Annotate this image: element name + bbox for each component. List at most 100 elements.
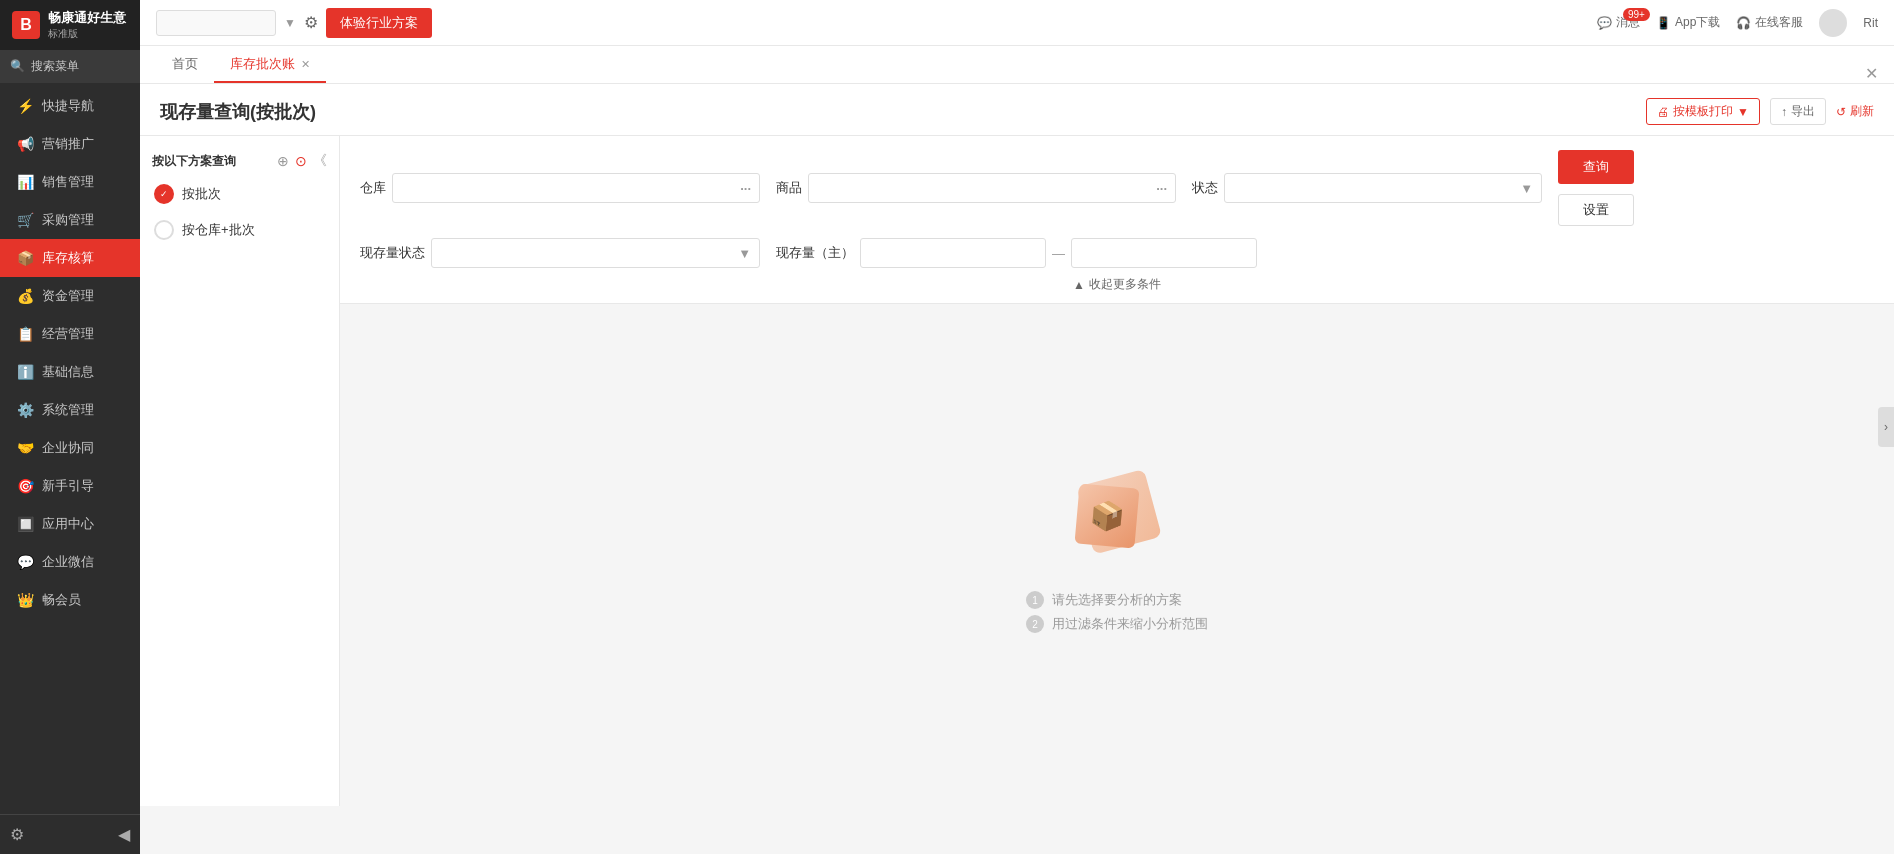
scheme-radio-by-warehouse-batch	[154, 220, 174, 240]
apps-icon: 🔲	[16, 515, 34, 533]
scheme-item-by-batch[interactable]: ✓ 按批次	[140, 176, 339, 212]
collapse-panel-icon[interactable]: 《	[313, 152, 327, 170]
tip-num-1: 1	[1026, 591, 1044, 609]
tip-text-1: 请先选择要分析的方案	[1052, 591, 1182, 609]
collapse-up-icon: ▲	[1073, 278, 1085, 292]
warehouse-filter-label: 仓库	[360, 179, 386, 197]
result-section: 📦 1 请先选择要分析的方案 2 用过滤条件来缩小分析范围	[340, 304, 1894, 806]
page-actions: 🖨 按模板打印 ▼ ↑ 导出 ↺ 刷新	[1646, 98, 1874, 125]
settings-button[interactable]: 设置	[1558, 194, 1634, 226]
product-dots-icon[interactable]: ···	[1148, 181, 1175, 196]
sidebar-item-inventory[interactable]: 📦 库存核算	[0, 239, 140, 277]
messages-button[interactable]: 💬 消息 99+	[1597, 14, 1640, 31]
empty-state: 📦 1 请先选择要分析的方案 2 用过滤条件来缩小分析范围	[340, 411, 1894, 699]
app-download-label: App下载	[1675, 14, 1720, 31]
sidebar: B 畅康通好生意 标准版 🔍 搜索菜单 ⚡ 快捷导航 📢 营销推广 📊 销售管理	[0, 0, 140, 854]
print-chevron-icon: ▼	[1737, 105, 1749, 119]
online-service-button[interactable]: 🎧 在线客服	[1736, 14, 1803, 31]
sidebar-item-label: 企业微信	[42, 553, 94, 571]
range-dash: —	[1052, 246, 1065, 261]
side-collapse-button[interactable]: ›	[1878, 407, 1894, 447]
tab-inventory-batch[interactable]: 库存批次账 ✕	[214, 47, 326, 83]
refresh-button[interactable]: ↺ 刷新	[1836, 103, 1874, 120]
page-content: 现存量查询(按批次) 🖨 按模板打印 ▼ ↑ 导出 ↺ 刷新	[140, 84, 1894, 854]
collapse-label: 收起更多条件	[1089, 276, 1161, 293]
stock-qty-label: 现存量（主）	[776, 244, 854, 262]
close-panel-icon[interactable]: ✕	[1865, 64, 1878, 83]
product-input[interactable]	[809, 181, 1148, 196]
empty-tip-2: 2 用过滤条件来缩小分析范围	[1026, 615, 1208, 633]
sidebar-item-sales[interactable]: 📊 销售管理	[0, 163, 140, 201]
sidebar-item-label: 销售管理	[42, 173, 94, 191]
collapse-sidebar-icon[interactable]: ◀	[118, 825, 130, 844]
app-logo: B	[12, 11, 40, 39]
sidebar-item-label: 快捷导航	[42, 97, 94, 115]
sidebar-footer: ⚙ ◀	[0, 814, 140, 854]
sidebar-item-member[interactable]: 👑 畅会员	[0, 581, 140, 619]
left-panel-icons: ⊕ ⊙ 《	[277, 152, 327, 170]
tab-home[interactable]: 首页	[156, 47, 214, 83]
refresh-icon: ↺	[1836, 105, 1846, 119]
export-button[interactable]: ↑ 导出	[1770, 98, 1826, 125]
chevron-down-icon[interactable]: ▼	[284, 16, 296, 30]
breadcrumb-input[interactable]	[156, 10, 276, 36]
stock-qty-from[interactable]	[860, 238, 1046, 268]
top-bar: ▼ ⚙ 体验行业方案 💬 消息 99+ 📱 App下载 🎧 在线客服	[140, 0, 1894, 46]
sidebar-item-wechat[interactable]: 💬 企业微信	[0, 543, 140, 581]
sidebar-item-system[interactable]: ⚙️ 系统管理	[0, 391, 140, 429]
stock-status-chevron-icon: ▼	[738, 246, 751, 261]
enterprise-icon: 🤝	[16, 439, 34, 457]
stock-qty-to[interactable]	[1071, 238, 1257, 268]
member-icon: 👑	[16, 591, 34, 609]
gear-icon[interactable]: ⚙	[304, 13, 318, 32]
export-label: 导出	[1791, 103, 1815, 120]
purchase-icon: 🛒	[16, 211, 34, 229]
headset-icon: 🎧	[1736, 16, 1751, 30]
sidebar-item-basic[interactable]: ℹ️ 基础信息	[0, 353, 140, 391]
tab-bar: 首页 库存批次账 ✕ ✕	[140, 46, 1894, 84]
settings-scheme-icon[interactable]: ⊙	[295, 153, 307, 169]
sidebar-nav: ⚡ 快捷导航 📢 营销推广 📊 销售管理 🛒 采购管理 📦 库存核算 💰	[0, 83, 140, 814]
scheme-item-by-warehouse-batch[interactable]: 按仓库+批次	[140, 212, 339, 248]
app-download-button[interactable]: 📱 App下载	[1656, 14, 1720, 31]
tab-close-icon[interactable]: ✕	[301, 58, 310, 71]
search-menu-item[interactable]: 🔍 搜索菜单	[0, 50, 140, 83]
query-button[interactable]: 查询	[1558, 150, 1634, 184]
sidebar-item-label: 新手引导	[42, 477, 94, 495]
scheme-label-by-batch: 按批次	[182, 185, 221, 203]
user-avatar[interactable]	[1819, 9, 1847, 37]
add-scheme-icon[interactable]: ⊕	[277, 153, 289, 169]
search-icon: 🔍	[10, 59, 25, 73]
top-bar-left: ▼ ⚙ 体验行业方案	[156, 8, 1587, 38]
sidebar-item-finance[interactable]: 💰 资金管理	[0, 277, 140, 315]
top-bar-right: 💬 消息 99+ 📱 App下载 🎧 在线客服 Rit	[1597, 9, 1878, 37]
content-area: 仓库 ··· 商品 ···	[340, 136, 1894, 806]
settings-icon[interactable]: ⚙	[10, 825, 24, 844]
refresh-label: 刷新	[1850, 103, 1874, 120]
page-title: 现存量查询(按批次)	[160, 100, 316, 124]
sidebar-item-operation[interactable]: 📋 经营管理	[0, 315, 140, 353]
sidebar-item-apps[interactable]: 🔲 应用中心	[0, 505, 140, 543]
left-panel-title: 按以下方案查询	[152, 153, 236, 170]
operation-icon: 📋	[16, 325, 34, 343]
sidebar-item-quick-nav[interactable]: ⚡ 快捷导航	[0, 87, 140, 125]
sidebar-item-newbie[interactable]: 🎯 新手引导	[0, 467, 140, 505]
sidebar-item-label: 系统管理	[42, 401, 94, 419]
sidebar-item-enterprise[interactable]: 🤝 企业协同	[0, 429, 140, 467]
sidebar-item-marketing[interactable]: 📢 营销推广	[0, 125, 140, 163]
warehouse-input[interactable]	[393, 181, 732, 196]
service-label: 在线客服	[1755, 14, 1803, 31]
basic-icon: ℹ️	[16, 363, 34, 381]
marketing-icon: 📢	[16, 135, 34, 153]
main-layout: 按以下方案查询 ⊕ ⊙ 《 ✓ 按批次 按仓库+批次	[140, 136, 1894, 806]
warehouse-dots-icon[interactable]: ···	[732, 181, 759, 196]
tab-home-label: 首页	[172, 55, 198, 73]
tip-text-2: 用过滤条件来缩小分析范围	[1052, 615, 1208, 633]
phone-icon: 📱	[1656, 16, 1671, 30]
collapse-filter-button[interactable]: ▲ 收起更多条件	[360, 276, 1874, 293]
print-label: 按模板打印	[1673, 103, 1733, 120]
sidebar-item-label: 畅会员	[42, 591, 81, 609]
print-button[interactable]: 🖨 按模板打印 ▼	[1646, 98, 1760, 125]
sidebar-item-purchase[interactable]: 🛒 采购管理	[0, 201, 140, 239]
trial-button[interactable]: 体验行业方案	[326, 8, 432, 38]
